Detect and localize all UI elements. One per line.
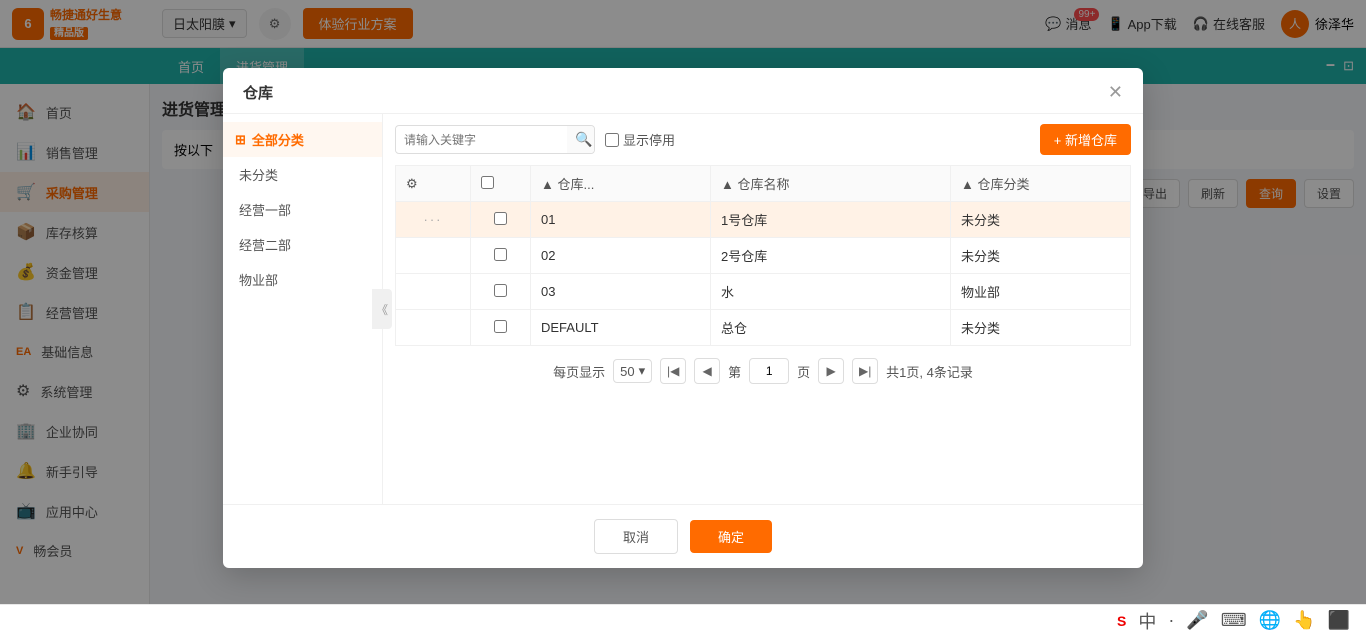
category-panel: ⊞ 全部分类 未分类 经营一部 经营二部 物业部 [223,114,383,504]
col-name-label: ▲ 仓库名称 [721,177,789,192]
category-all-label: 全部分类 [252,130,304,149]
select-all-checkbox[interactable] [481,176,494,189]
row-setting: ··· [396,202,471,238]
col-category-label: ▲ 仓库分类 [961,177,1029,192]
category-dept2[interactable]: 经营二部 [223,227,382,262]
col-category-header: ▲ 仓库分类 [951,166,1131,202]
category-property[interactable]: 物业部 [223,262,382,297]
row-actions[interactable]: ··· [424,212,443,227]
content-area: 进货管理 按以下 打印 导出 刷新 查询 设置 仓库 ✕ [150,84,1366,636]
table-panel: 🔍 显示停用 + 新增仓库 ⚙ [383,114,1143,504]
col-name-header: ▲ 仓库名称 [711,166,951,202]
show-disabled-label: 显示停用 [623,130,675,149]
search-input[interactable] [396,128,567,152]
table-row[interactable]: 03 水 物业部 [396,274,1131,310]
main-layout: 🏠 首页 📊 销售管理 🛒 采购管理 📦 库存核算 💰 资金管理 📋 经营管理 … [0,84,1366,636]
keyboard-icon[interactable]: ⌨ [1221,610,1247,631]
category-collapse-button[interactable]: 《 [372,289,392,329]
table-header: ⚙ ▲ 仓库... ▲ 仓库名称 [396,166,1131,202]
row-code: DEFAULT [531,310,711,346]
category-label: 经营二部 [239,238,291,253]
warehouse-table: ⚙ ▲ 仓库... ▲ 仓库名称 [395,165,1131,346]
category-label: 物业部 [239,273,278,288]
cancel-button[interactable]: 取消 [594,519,678,554]
row-category: 未分类 [951,202,1131,238]
page-size-arrow: ▾ [639,363,646,379]
row-code: 03 [531,274,711,310]
square-icon[interactable]: ⬛ [1328,610,1350,631]
category-label: 未分类 [239,168,278,183]
category-unclassified[interactable]: 未分类 [223,157,382,192]
page-size-select[interactable]: 50 ▾ [613,359,652,383]
modal-footer: 取消 确定 [223,504,1143,568]
row-check [471,310,531,346]
zh-icon[interactable]: 中 [1138,608,1156,634]
row-name: 2号仓库 [711,238,951,274]
page-size-value: 50 [620,364,634,379]
show-disabled-checkbox[interactable] [605,133,619,147]
row-checkbox[interactable] [494,212,507,225]
search-icon[interactable]: 🔍 [567,126,595,153]
page-label: 页 [797,362,810,381]
modal-overlay: 仓库 ✕ ⊞ 全部分类 未分类 经营一 [0,0,1366,636]
row-checkbox[interactable] [494,320,507,333]
lang-icon[interactable]: 🌐 [1259,610,1281,631]
row-check [471,274,531,310]
touch-icon[interactable]: 👆 [1293,610,1315,631]
total-info: 共1页, 4条记录 [886,362,973,381]
page-size-label: 每页显示 [553,362,605,381]
mic-icon[interactable]: 🎤 [1186,610,1208,631]
row-setting [396,310,471,346]
page-no-label: 第 [728,362,741,381]
grid-icon: ⊞ [235,132,246,148]
row-checkbox[interactable] [494,248,507,261]
bottom-bar: S 中 · 🎤 ⌨ 🌐 👆 ⬛ [0,604,1366,636]
row-check [471,238,531,274]
warehouse-modal: 仓库 ✕ ⊞ 全部分类 未分类 经营一 [223,68,1143,568]
category-dept1[interactable]: 经营一部 [223,192,382,227]
row-setting [396,274,471,310]
add-warehouse-button[interactable]: + 新增仓库 [1040,124,1131,155]
row-code: 01 [531,202,711,238]
table-row[interactable]: DEFAULT 总仓 未分类 [396,310,1131,346]
row-category: 未分类 [951,310,1131,346]
row-setting [396,238,471,274]
page-next-button[interactable]: ▶ [818,358,844,384]
page-last-button[interactable]: ▶| [852,358,878,384]
row-checkbox[interactable] [494,284,507,297]
modal-header: 仓库 ✕ [223,68,1143,114]
pagination-bar: 每页显示 50 ▾ |◀ ◀ 第 页 ▶ ▶| 共 [395,346,1131,388]
modal-title: 仓库 [243,82,273,103]
table-body: ··· 01 1号仓库 未分类 [396,202,1131,346]
row-name: 1号仓库 [711,202,951,238]
row-category: 未分类 [951,238,1131,274]
show-disabled-wrap: 显示停用 [605,130,675,149]
page-first-button[interactable]: |◀ [660,358,686,384]
category-all[interactable]: ⊞ 全部分类 [223,122,382,157]
confirm-button[interactable]: 确定 [690,520,772,553]
row-code: 02 [531,238,711,274]
table-row[interactable]: ··· 01 1号仓库 未分类 [396,202,1131,238]
col-code-header: ▲ 仓库... [531,166,711,202]
search-input-wrap: 🔍 [395,125,595,154]
col-check-header [471,166,531,202]
page-number-input[interactable] [749,358,789,384]
modal-close-button[interactable]: ✕ [1108,82,1123,103]
table-toolbar: 🔍 显示停用 + 新增仓库 [395,124,1131,155]
category-label: 经营一部 [239,203,291,218]
table-row[interactable]: 02 2号仓库 未分类 [396,238,1131,274]
row-name: 水 [711,274,951,310]
row-name: 总仓 [711,310,951,346]
row-check [471,202,531,238]
dot-icon: · [1168,610,1174,631]
modal-body: ⊞ 全部分类 未分类 经营一部 经营二部 物业部 [223,114,1143,504]
col-setting-header: ⚙ [396,166,471,202]
row-category: 物业部 [951,274,1131,310]
col-code-label: ▲ 仓库... [541,177,594,192]
sougou-icon: S [1117,613,1126,629]
page-prev-button[interactable]: ◀ [694,358,720,384]
